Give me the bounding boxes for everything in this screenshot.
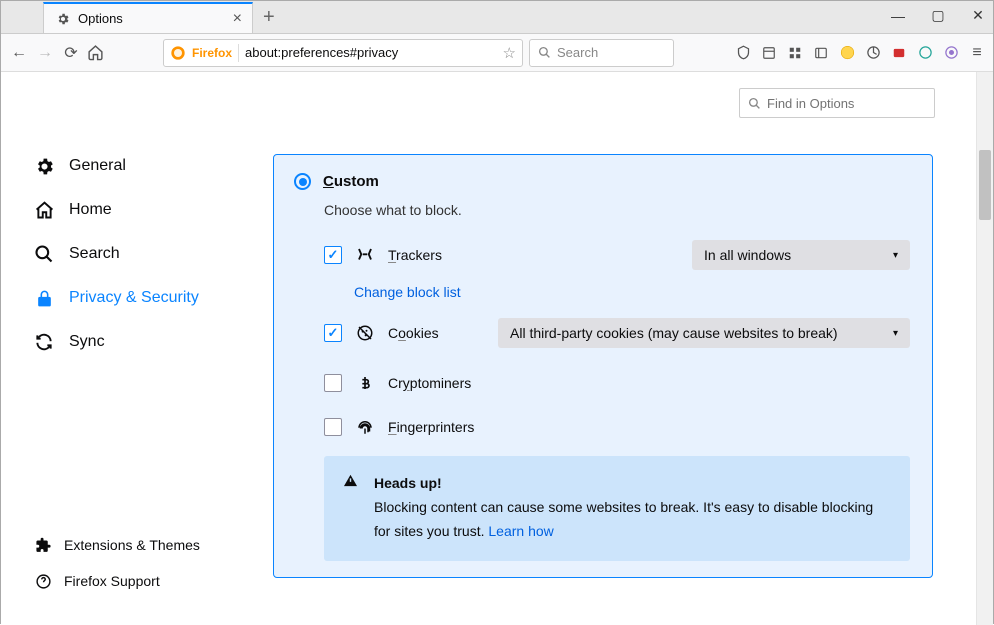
find-in-options[interactable]: Find in Options — [739, 88, 935, 118]
cryptominers-icon — [356, 374, 374, 392]
url-text: about:preferences#privacy — [245, 45, 398, 60]
firefox-support-link[interactable]: Firefox Support — [35, 563, 200, 599]
sidebar-item-label: Home — [69, 201, 112, 219]
help-icon — [35, 573, 52, 590]
trackers-label: Trackers — [388, 247, 442, 263]
find-placeholder: Find in Options — [767, 96, 854, 111]
ext-icon[interactable] — [813, 45, 829, 61]
forward-button: → — [35, 44, 55, 62]
notice-body: Blocking content can cause some websites… — [374, 499, 873, 539]
custom-radio[interactable] — [294, 173, 311, 190]
cookies-label: Cookies — [388, 325, 439, 341]
cryptominers-label: Cryptominers — [388, 375, 471, 391]
close-window-button[interactable]: ✕ — [969, 7, 987, 24]
search-bar[interactable]: Search — [529, 39, 674, 67]
gear-icon — [56, 12, 70, 26]
cookies-checkbox[interactable] — [324, 324, 342, 342]
ext-icon[interactable] — [735, 45, 751, 61]
scrollbar-thumb[interactable] — [979, 150, 991, 220]
search-icon — [538, 46, 551, 59]
page-content: Find in Options General Home Search Priv… — [1, 72, 993, 625]
fingerprint-icon — [356, 418, 374, 436]
fingerprinters-label: Fingerprinters — [388, 419, 474, 435]
sidebar-item-search[interactable]: Search — [33, 232, 253, 276]
reload-button[interactable]: ⟳ — [61, 43, 81, 63]
sidebar-item-home[interactable]: Home — [33, 188, 253, 232]
sidebar-item-sync[interactable]: Sync — [33, 320, 253, 364]
change-block-list-link[interactable]: Change block list — [354, 284, 910, 300]
toolbar-extensions: ≡ — [735, 45, 985, 61]
trackers-icon — [356, 246, 374, 264]
tab-title: Options — [78, 11, 123, 26]
sidebar-item-label: General — [69, 157, 126, 175]
puzzle-icon — [35, 537, 52, 554]
custom-blocking-panel: CCustomustom Choose what to block. Track… — [273, 154, 933, 578]
cookies-dropdown[interactable]: All third-party cookies (may cause websi… — [498, 318, 910, 348]
minimize-button[interactable]: — — [889, 8, 907, 24]
ext-icon[interactable] — [943, 45, 959, 61]
close-icon[interactable]: × — [233, 11, 242, 27]
panel-title: CCustomustom — [323, 173, 379, 190]
scrollbar[interactable] — [976, 72, 993, 625]
panel-subtitle: Choose what to block. — [324, 202, 910, 218]
new-tab-button[interactable]: + — [253, 6, 285, 29]
chevron-down-icon: ▾ — [893, 328, 898, 339]
app-menu-button[interactable]: ≡ — [969, 45, 985, 61]
tab-strip: Options × + — [1, 1, 993, 34]
notice-title: Heads up! — [374, 475, 442, 491]
window-controls: — ▢ ✕ — [889, 7, 987, 24]
search-icon — [748, 97, 761, 110]
warning-icon — [342, 472, 359, 489]
ext-icon[interactable] — [761, 45, 777, 61]
browser-tab[interactable]: Options × — [43, 2, 253, 33]
ext-icon[interactable] — [917, 45, 933, 61]
trackers-checkbox[interactable] — [324, 246, 342, 264]
firefox-logo-icon — [170, 45, 186, 61]
footer-label: Extensions & Themes — [64, 537, 200, 553]
sidebar-item-label: Search — [69, 245, 120, 263]
bookmark-star-icon[interactable]: ☆ — [503, 44, 516, 62]
search-placeholder: Search — [557, 45, 598, 60]
extensions-themes-link[interactable]: Extensions & Themes — [35, 527, 200, 563]
ext-icon[interactable] — [865, 45, 881, 61]
ext-icon[interactable] — [839, 45, 855, 61]
home-button[interactable] — [87, 44, 107, 61]
maximize-button[interactable]: ▢ — [929, 7, 947, 24]
back-button[interactable]: ← — [9, 44, 29, 62]
browser-toolbar: ← → ⟳ Firefox about:preferences#privacy … — [1, 34, 993, 72]
fingerprinters-checkbox[interactable] — [324, 418, 342, 436]
sidebar-item-privacy[interactable]: Privacy & Security — [33, 276, 253, 320]
trackers-dropdown[interactable]: In all windows ▾ — [692, 240, 910, 270]
url-brand: Firefox — [192, 46, 232, 60]
home-icon — [33, 199, 55, 221]
sidebar-item-label: Privacy & Security — [69, 289, 199, 307]
options-sidebar: General Home Search Privacy & Security S… — [33, 144, 253, 364]
cookies-icon — [356, 324, 374, 342]
chevron-down-icon: ▾ — [893, 250, 898, 261]
cryptominers-checkbox[interactable] — [324, 374, 342, 392]
sidebar-footer: Extensions & Themes Firefox Support — [35, 527, 200, 599]
lock-icon — [33, 287, 55, 309]
heads-up-notice: Heads up! Blocking content can cause som… — [324, 456, 910, 561]
sync-icon — [33, 331, 55, 353]
url-bar[interactable]: Firefox about:preferences#privacy ☆ — [163, 39, 523, 67]
ext-icon[interactable] — [891, 45, 907, 61]
sidebar-item-label: Sync — [69, 333, 105, 351]
learn-how-link[interactable]: Learn how — [488, 523, 553, 539]
footer-label: Firefox Support — [64, 573, 160, 589]
search-icon — [33, 243, 55, 265]
gear-icon — [33, 155, 55, 177]
ext-icon[interactable] — [787, 45, 803, 61]
sidebar-item-general[interactable]: General — [33, 144, 253, 188]
